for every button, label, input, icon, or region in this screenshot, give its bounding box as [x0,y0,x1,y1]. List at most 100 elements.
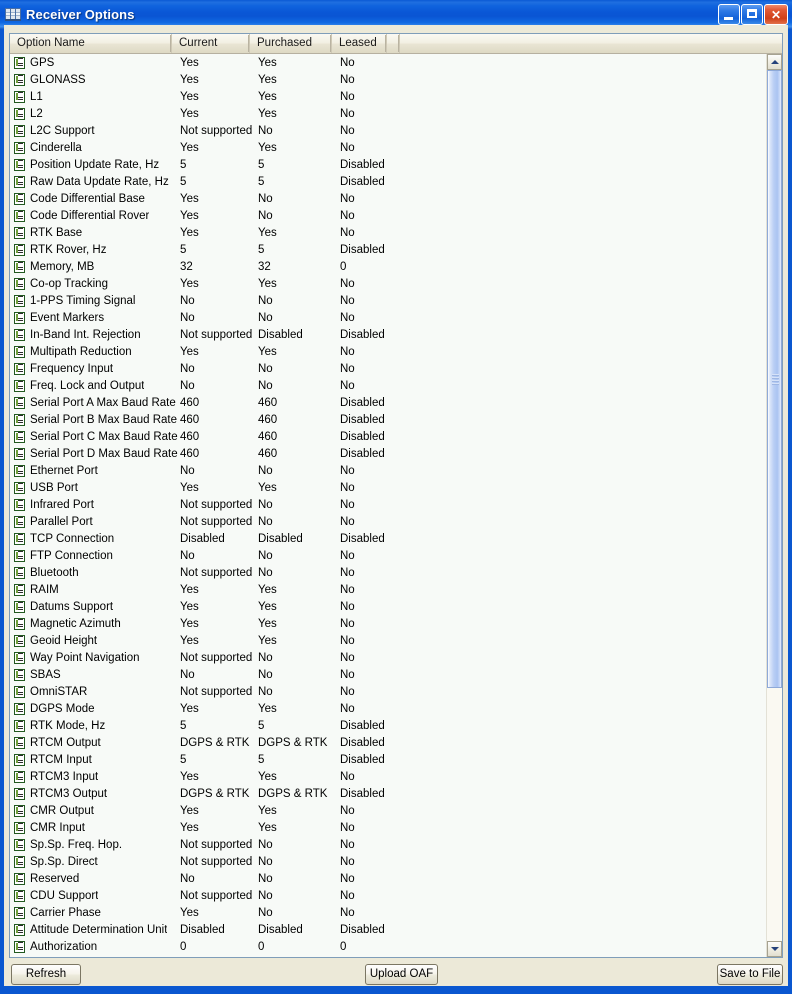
table-row[interactable]: Bluetooth Not supported No No [10,564,766,581]
close-button[interactable]: ✕ [764,4,788,25]
table-row[interactable]: L1 Yes Yes No [10,88,766,105]
table-row[interactable]: Serial Port A Max Baud Rate 460 460 Disable… [10,394,766,411]
cell-leased-value: 0 [340,940,347,953]
table-row[interactable]: RTK Base Yes Yes No [10,224,766,241]
table-row[interactable]: Sp.Sp. Freq. Hop. Not supported No No [10,836,766,853]
cell-purchased-value: Yes [258,702,277,715]
column-header-purchased[interactable]: Purchased [250,34,332,53]
scroll-down-button[interactable] [767,941,782,957]
table-row[interactable]: CMR Output Yes Yes No [10,802,766,819]
receiver-options-list[interactable]: Option Name Current Purchased Leased GPS… [9,33,783,958]
table-row[interactable]: Magnetic Azimuth Yes Yes No [10,615,766,632]
column-header-spacer[interactable] [387,34,400,53]
upload-oaf-button[interactable]: Upload OAF [365,964,438,985]
cell-current-value: Yes [180,90,199,103]
table-row[interactable]: Cinderella Yes Yes No [10,139,766,156]
table-row[interactable]: Multipath Reduction Yes Yes No [10,343,766,360]
table-row[interactable]: Raw Data Update Rate, Hz 5 5 Disabled [10,173,766,190]
table-row[interactable]: RTCM3 Input Yes Yes No [10,768,766,785]
table-row[interactable]: CDU Support Not supported No No [10,887,766,904]
column-header-leased[interactable]: Leased [332,34,387,53]
table-row[interactable]: Ethernet Port No No No [10,462,766,479]
table-row[interactable]: Frequency Input No No No [10,360,766,377]
cell-option-name: Attitude Determination Unit [10,923,180,936]
table-row[interactable]: GPS Yes Yes No [10,54,766,71]
table-row[interactable]: RAIM Yes Yes No [10,581,766,598]
column-header-current[interactable]: Current [172,34,250,53]
table-header-row: Option Name Current Purchased Leased [10,34,782,54]
table-row[interactable]: RTK Mode, Hz 5 5 Disabled [10,717,766,734]
table-row[interactable]: Carrier Phase Yes No No [10,904,766,921]
maximize-button[interactable] [741,4,763,25]
cell-purchased-value: 32 [258,260,271,273]
option-list-icon [14,617,25,630]
option-list-icon [14,311,25,324]
cell-option-name: Bluetooth [10,566,180,579]
option-list-icon [14,872,25,885]
table-grid-icon [5,8,21,21]
option-list-icon [14,719,25,732]
option-list-icon [14,838,25,851]
table-row[interactable]: Sp.Sp. Direct Not supported No No [10,853,766,870]
save-to-file-button[interactable]: Save to File [717,964,783,985]
table-row[interactable]: 1-PPS Timing Signal No No No [10,292,766,309]
table-row[interactable]: SBAS No No No [10,666,766,683]
table-row[interactable]: L2 Yes Yes No [10,105,766,122]
cell-leased-value: No [340,481,355,494]
option-name-label: Cinderella [30,141,82,154]
table-row[interactable]: RTCM Input 5 5 Disabled [10,751,766,768]
table-row[interactable]: Serial Port B Max Baud Rate 460 460 Disable… [10,411,766,428]
table-row[interactable]: RTK Rover, Hz 5 5 Disabled [10,241,766,258]
cell-leased-value: No [340,855,355,868]
cell-purchased-value: Disabled [258,328,303,341]
minimize-button[interactable] [718,4,740,25]
scrollbar-thumb[interactable] [767,70,782,688]
cell-current-value: 460 [180,447,200,460]
table-row[interactable]: CMR Input Yes Yes No [10,819,766,836]
scrollbar-track[interactable] [767,70,782,941]
table-row[interactable]: Memory, MB 32 32 0 [10,258,766,275]
table-row[interactable]: USB Port Yes Yes No [10,479,766,496]
cell-option-name: Frequency Input [10,362,180,375]
table-row[interactable]: Code Differential Rover Yes No No [10,207,766,224]
table-row[interactable]: TCP Connection Disabled Disabled Disabled [10,530,766,547]
table-row[interactable]: DGPS Mode Yes Yes No [10,700,766,717]
scroll-up-button[interactable] [767,54,782,70]
table-row[interactable]: L2C Support Not supported No No [10,122,766,139]
table-row[interactable]: Attitude Determination Unit Disabled Disab… [10,921,766,938]
table-row[interactable]: Datums Support Yes Yes No [10,598,766,615]
table-row[interactable]: In-Band Int. Rejection Not supported Disab… [10,326,766,343]
cell-current-value: No [180,872,195,885]
table-row[interactable]: Authorization 0 0 0 [10,938,766,955]
table-row[interactable]: Way Point Navigation Not supported No No [10,649,766,666]
cell-option-name: Freq. Lock and Output [10,379,180,392]
table-row[interactable]: Serial Port D Max Baud Rate 460 460 Disable… [10,445,766,462]
table-row[interactable]: Position Update Rate, Hz 5 5 Disabled [10,156,766,173]
option-list-icon [14,651,25,664]
table-row[interactable]: Freq. Lock and Output No No No [10,377,766,394]
table-row[interactable]: Infrared Port Not supported No No [10,496,766,513]
table-row[interactable]: Reserved No No No [10,870,766,887]
cell-current-value: Yes [180,345,199,358]
table-row[interactable]: Serial Port C Max Baud Rate 460 460 Disable… [10,428,766,445]
table-row[interactable]: GLONASS Yes Yes No [10,71,766,88]
table-row[interactable]: Event Markers No No No [10,309,766,326]
table-row[interactable]: Parallel Port Not supported No No [10,513,766,530]
table-row[interactable]: Code Differential Base Yes No No [10,190,766,207]
table-row[interactable]: Co-op Tracking Yes Yes No [10,275,766,292]
cell-purchased-value: 0 [258,940,265,953]
vertical-scrollbar[interactable] [766,54,782,957]
cell-leased-value: Disabled [340,719,385,732]
cell-purchased-value: 460 [258,396,278,409]
option-list-icon [14,753,25,766]
column-header-option-name[interactable]: Option Name [10,34,172,53]
table-row[interactable]: RTCM Output DGPS & RTK DGPS & RTK Disabled [10,734,766,751]
table-row[interactable]: OmniSTAR Not supported No No [10,683,766,700]
table-row[interactable]: RTCM3 Output DGPS & RTK DGPS & RTK Disabled [10,785,766,802]
option-list-icon [14,821,25,834]
option-name-label: Serial Port A Max Baud Rate [30,396,176,409]
table-row[interactable]: Geoid Height Yes Yes No [10,632,766,649]
table-row[interactable]: FTP Connection No No No [10,547,766,564]
option-name-label: GPS [30,56,55,69]
refresh-button[interactable]: Refresh [11,964,81,985]
